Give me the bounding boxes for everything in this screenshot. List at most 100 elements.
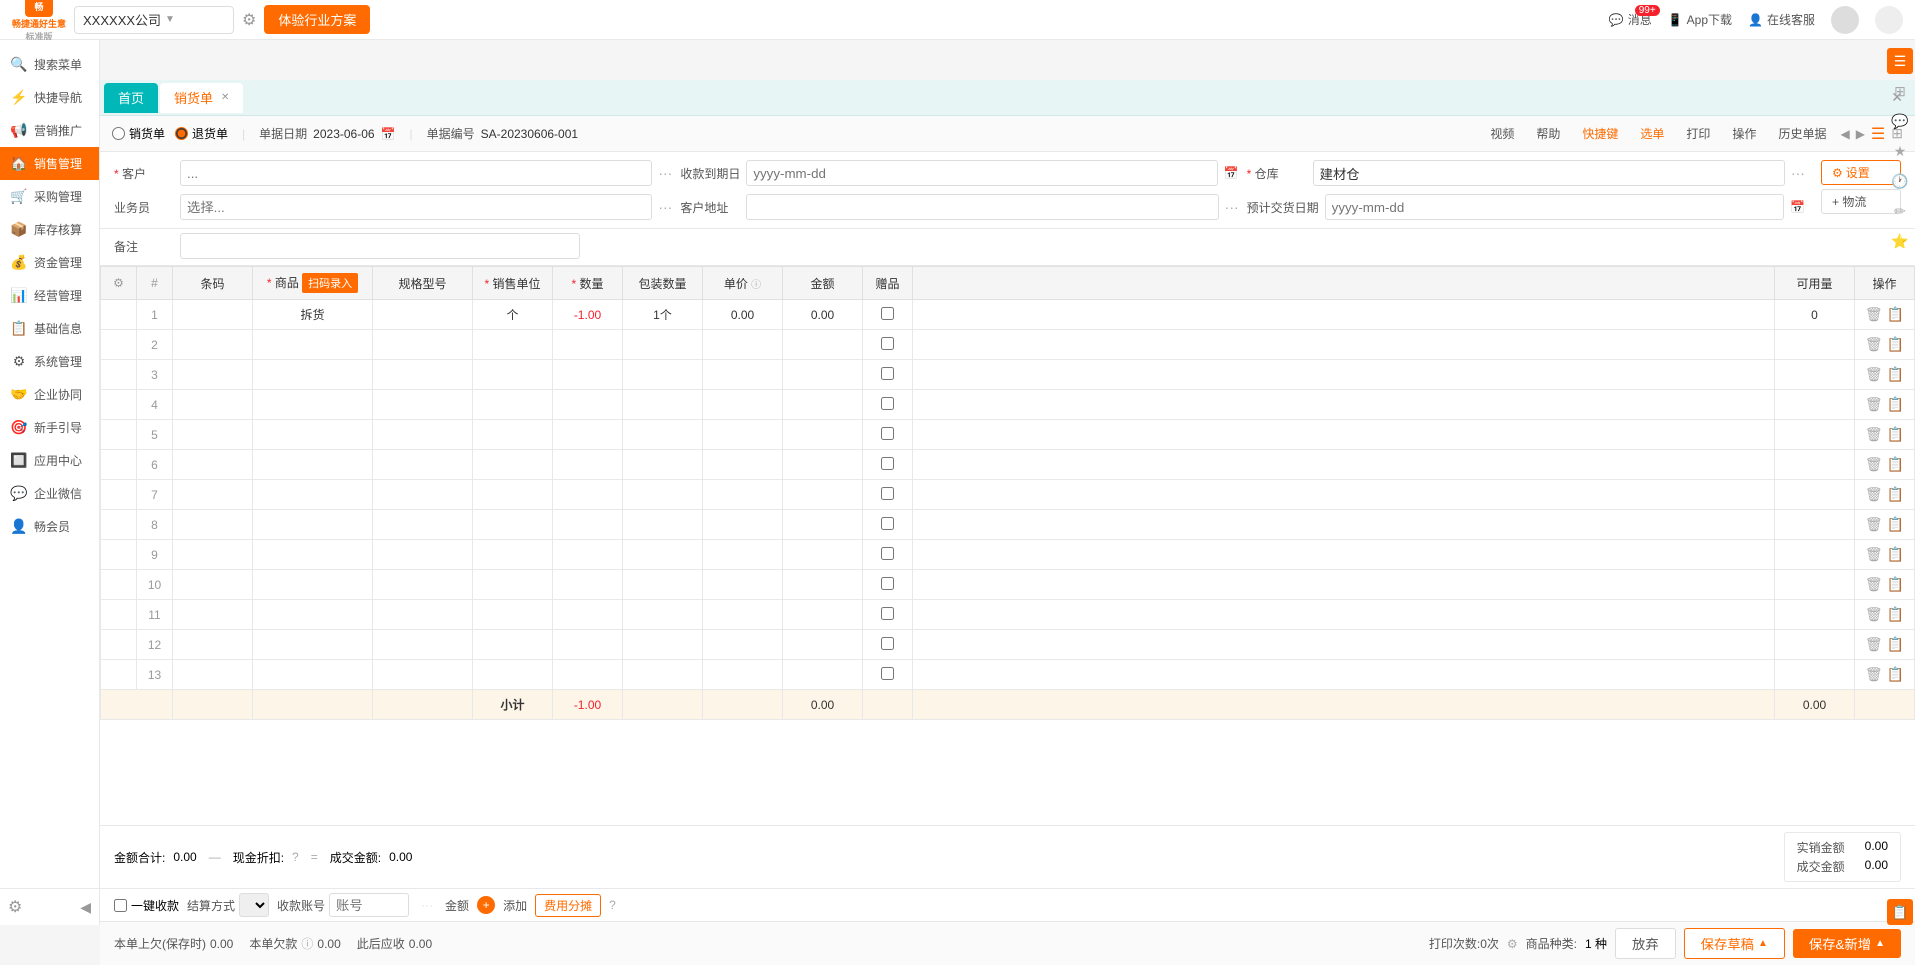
cell-barcode[interactable] (173, 420, 253, 450)
rs-edit-icon[interactable]: ✏ (1887, 198, 1913, 224)
gift-checkbox[interactable] (881, 367, 894, 380)
delete-row-icon[interactable]: 🗑 (1865, 366, 1883, 383)
tab-salesorder[interactable]: 销货单 ✕ (160, 83, 243, 113)
delete-row-icon[interactable]: 🗑 (1865, 396, 1883, 413)
cell-pkg[interactable] (623, 660, 703, 690)
cell-unit[interactable] (473, 660, 553, 690)
cell-pkg[interactable] (623, 450, 703, 480)
calendar-icon-date[interactable]: 📅 (381, 127, 396, 141)
cell-price[interactable] (703, 450, 783, 480)
warehouse-input[interactable] (1313, 160, 1785, 186)
cell-price[interactable] (703, 360, 783, 390)
cell-qty[interactable] (553, 630, 623, 660)
cell-spec[interactable] (373, 420, 473, 450)
radio-sale-input[interactable] (112, 127, 125, 140)
avatar[interactable] (1831, 6, 1859, 34)
cell-qty[interactable] (553, 600, 623, 630)
delete-row-icon[interactable]: 🗑 (1865, 606, 1883, 623)
print-btn[interactable]: 打印 (1678, 122, 1718, 145)
cell-unit[interactable] (473, 570, 553, 600)
delete-row-icon[interactable]: 🗑 (1865, 636, 1883, 653)
print-settings-icon[interactable]: ⚙ (1507, 937, 1518, 951)
cell-unit[interactable] (473, 360, 553, 390)
customer-addr-ellipsis-icon[interactable]: ··· (1225, 199, 1239, 215)
due-date-input[interactable] (746, 160, 1217, 186)
sidebar-item-operation[interactable]: 📊 经营管理 (0, 279, 99, 312)
cell-pkg[interactable] (623, 510, 703, 540)
cell-goods[interactable] (253, 600, 373, 630)
cell-goods[interactable] (253, 630, 373, 660)
rs-bookmark-icon[interactable]: ⭐ (1887, 228, 1913, 254)
gift-checkbox[interactable] (881, 637, 894, 650)
remarks-input[interactable] (180, 233, 580, 259)
company-selector[interactable]: XXXXXX公司 ▼ (74, 6, 234, 34)
one-click-payment-checkbox[interactable]: 一键收款 (114, 897, 179, 914)
cell-pkg[interactable] (623, 390, 703, 420)
rs-list-view-icon[interactable]: ☰ (1887, 48, 1913, 74)
cell-price[interactable] (703, 390, 783, 420)
gift-checkbox[interactable] (881, 607, 894, 620)
cell-unit[interactable] (473, 510, 553, 540)
radio-return-input[interactable] (175, 127, 188, 140)
cell-unit[interactable] (473, 600, 553, 630)
video-btn[interactable]: 视频 (1482, 122, 1522, 145)
cell-qty[interactable] (553, 390, 623, 420)
account-input[interactable] (329, 893, 409, 917)
cell-spec[interactable] (373, 660, 473, 690)
gift-checkbox[interactable] (881, 337, 894, 350)
cell-goods[interactable] (253, 570, 373, 600)
delete-row-icon[interactable]: 🗑 (1865, 486, 1883, 503)
sidebar-collapse-icon[interactable]: ◀ (80, 899, 91, 916)
cell-goods[interactable] (253, 480, 373, 510)
cell-spec[interactable] (373, 510, 473, 540)
sidebar-settings-icon[interactable]: ⚙ (8, 897, 22, 917)
cell-barcode[interactable] (173, 540, 253, 570)
cell-pkg[interactable] (623, 360, 703, 390)
help-debt-icon[interactable]: ⓘ (301, 935, 313, 952)
sidebar-item-basic[interactable]: 📋 基础信息 (0, 312, 99, 345)
add-payment-button[interactable]: + (477, 896, 495, 914)
cell-spec[interactable] (373, 570, 473, 600)
cell-unit[interactable] (473, 450, 553, 480)
gift-checkbox[interactable] (881, 427, 894, 440)
settlement-method-select[interactable] (239, 893, 269, 917)
gift-checkbox-1[interactable] (881, 307, 894, 320)
cell-goods[interactable] (253, 360, 373, 390)
cell-gift[interactable] (863, 510, 913, 540)
cell-spec[interactable] (373, 630, 473, 660)
rs-star-icon[interactable]: ★ (1887, 138, 1913, 164)
cell-barcode[interactable] (173, 630, 253, 660)
delete-row-icon[interactable]: 🗑 (1865, 546, 1883, 563)
delete-row-icon[interactable]: 🗑 (1865, 456, 1883, 473)
gear-settings-icon[interactable]: ⚙ (242, 10, 256, 30)
sidebar-item-wecom[interactable]: 💬 企业微信 (0, 477, 99, 510)
help-icon[interactable]: ? (609, 898, 616, 912)
cell-goods[interactable] (253, 450, 373, 480)
delete-row-icon[interactable]: 🗑 (1865, 336, 1883, 353)
cell-gift[interactable] (863, 480, 913, 510)
rs-orange-action-icon[interactable]: 📋 (1887, 899, 1913, 925)
help-discount-icon[interactable]: ? (292, 850, 299, 864)
discard-button[interactable]: 放弃 (1615, 928, 1676, 959)
cell-price[interactable] (703, 660, 783, 690)
radio-return[interactable]: 退货单 (175, 125, 228, 142)
cell-unit[interactable] (473, 420, 553, 450)
rs-grid-view-icon[interactable]: ⊞ (1887, 78, 1913, 104)
app-download-button[interactable]: 📱 App下载 (1668, 11, 1732, 28)
gift-checkbox[interactable] (881, 577, 894, 590)
list-view-icon[interactable]: ☰ (1871, 124, 1885, 144)
customer-addr-input[interactable] (746, 194, 1218, 220)
cell-barcode[interactable] (173, 330, 253, 360)
cell-spec-1[interactable] (373, 300, 473, 330)
sidebar-item-purchase[interactable]: 🛒 采购管理 (0, 180, 99, 213)
radio-sale[interactable]: 销货单 (112, 125, 165, 142)
salesperson-ellipsis-icon[interactable]: ··· (658, 199, 672, 215)
select-btn[interactable]: 选单 (1632, 122, 1672, 145)
cell-gift[interactable] (863, 540, 913, 570)
cell-barcode[interactable] (173, 600, 253, 630)
next-arrow-icon[interactable]: ▶ (1856, 127, 1865, 141)
cell-unit[interactable] (473, 540, 553, 570)
tab-home[interactable]: 首页 (104, 83, 158, 113)
cell-price[interactable] (703, 570, 783, 600)
sidebar-item-marketing[interactable]: 📢 营销推广 (0, 114, 99, 147)
